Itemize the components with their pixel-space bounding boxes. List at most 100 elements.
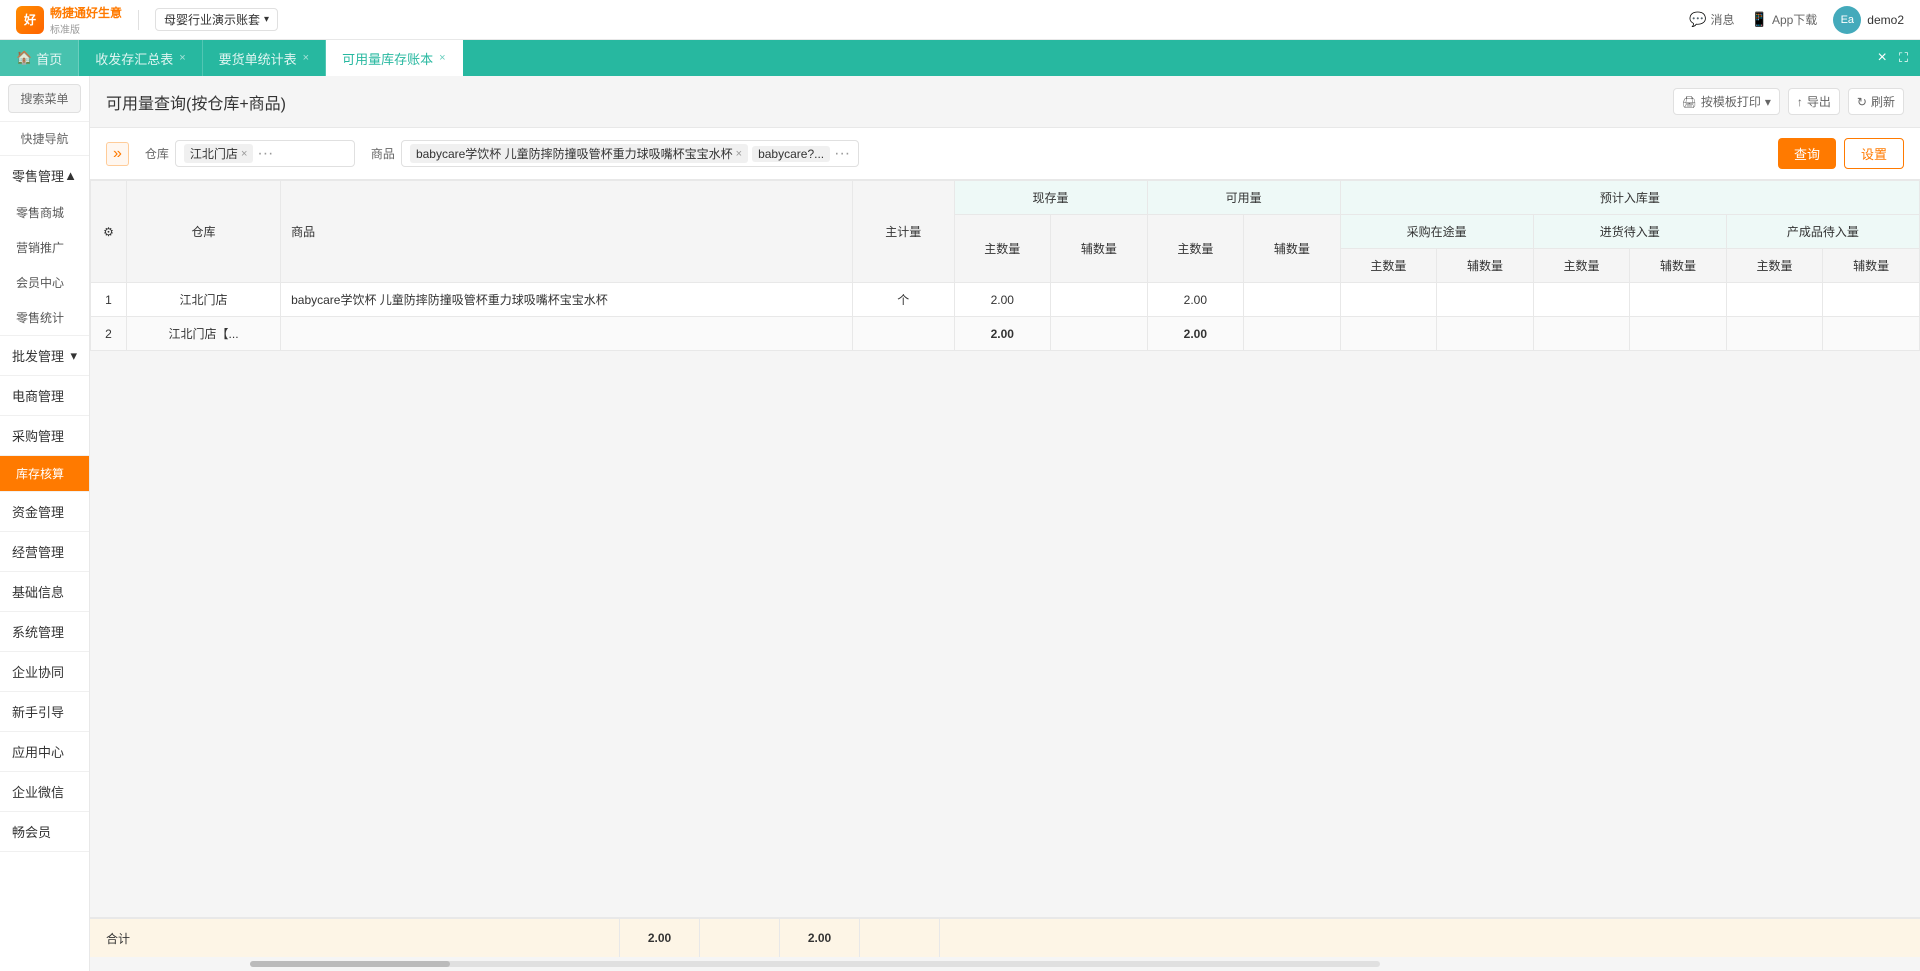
- chevron-down-icon: ▾: [264, 14, 269, 25]
- gear-icon: ⚙: [103, 225, 114, 239]
- app-download-btn[interactable]: 📱 App下载: [1751, 11, 1818, 28]
- table-header-finished-pending: 产成品待入量: [1726, 215, 1919, 249]
- product-input[interactable]: babycare学饮杯 儿童防摔防撞吸管杯重力球吸嘴杯宝宝水杯 × babyca…: [401, 140, 859, 167]
- row1-pur-main: [1340, 283, 1437, 317]
- sidebar-group-member-title[interactable]: 畅会员: [0, 812, 89, 851]
- table-header-product: 商品: [281, 181, 853, 283]
- user-name: demo2: [1867, 13, 1904, 27]
- sidebar-group-basic: 基础信息: [0, 572, 89, 612]
- close-tab-order[interactable]: ×: [303, 52, 309, 64]
- sidebar-search-btn[interactable]: 搜索菜单: [8, 84, 81, 113]
- filter-bar: » 仓库 江北门店 × ··· 商品 babycare学饮杯 儿童防摔防撞吸管杯…: [90, 128, 1920, 180]
- print-icon: 🖨: [1682, 95, 1697, 109]
- sidebar-group-purchase: 采购管理: [0, 416, 89, 456]
- product-tag1: babycare学饮杯 儿童防摔防撞吸管杯重力球吸嘴杯宝宝水杯 ×: [410, 144, 748, 163]
- sidebar-group-wholesale: 批发管理 ▾: [0, 336, 89, 376]
- sidebar-item-retail-stats[interactable]: 零售统计: [0, 300, 89, 335]
- sidebar-group-enterprise-title[interactable]: 企业协同: [0, 652, 89, 691]
- sidebar-item-marketing[interactable]: 营销推广: [0, 230, 89, 265]
- nav-tabs: 🏠 首页 收发存汇总表 × 要货单统计表 × 可用量库存账本 × × ⛶: [0, 40, 1920, 76]
- sidebar-group-enterprise: 企业协同: [0, 652, 89, 692]
- maximize-btn[interactable]: ⛶: [1895, 46, 1912, 70]
- industry-selector[interactable]: 母婴行业演示账套 ▾: [155, 8, 278, 31]
- row2-no: 2: [91, 317, 127, 351]
- close-tab-receive[interactable]: ×: [179, 52, 185, 64]
- table-header-gear[interactable]: ⚙: [91, 181, 127, 283]
- sidebar: 搜索菜单 快捷导航 零售管理 ▲ 零售商城 营销推广 会员中心 零售统计 批发管…: [0, 76, 90, 971]
- row1-fin-main: [1726, 283, 1823, 317]
- sidebar-item-member-center[interactable]: 会员中心: [0, 265, 89, 300]
- sidebar-group-system: 系统管理: [0, 612, 89, 652]
- print-btn[interactable]: 🖨 按模板打印 ▾: [1673, 88, 1780, 115]
- scroll-thumb[interactable]: [250, 961, 450, 967]
- quick-nav-btn[interactable]: 快捷导航: [0, 122, 89, 156]
- table-row: 2 江北门店【... 2.00 2.00: [91, 317, 1920, 351]
- footer-avail-aux: [860, 919, 940, 957]
- settings-btn[interactable]: 设置: [1844, 138, 1904, 169]
- sidebar-group-appstore-title[interactable]: 应用中心: [0, 732, 89, 771]
- close-tab-inventory[interactable]: ×: [439, 52, 445, 64]
- row1-inb-aux: [1630, 283, 1727, 317]
- sidebar-item-inventory-active[interactable]: 库存核算: [0, 456, 89, 491]
- product-tag2: babycare?...: [752, 146, 830, 162]
- query-btn[interactable]: 查询: [1778, 138, 1836, 169]
- table-row: 1 江北门店 babycare学饮杯 儿童防摔防撞吸管杯重力球吸嘴杯宝宝水杯 个…: [91, 283, 1920, 317]
- sidebar-group-system-title[interactable]: 系统管理: [0, 612, 89, 651]
- row1-no: 1: [91, 283, 127, 317]
- row2-unit: [852, 317, 954, 351]
- sidebar-group-wechat-title[interactable]: 企业微信: [0, 772, 89, 811]
- row2-inb-main: [1533, 317, 1630, 351]
- message-btn[interactable]: 💬 消息: [1689, 11, 1734, 28]
- table-header-avail-main: 主数量: [1147, 215, 1244, 283]
- row2-inb-aux: [1630, 317, 1727, 351]
- remove-product-tag1[interactable]: ×: [736, 148, 742, 160]
- sidebar-group-operations-title[interactable]: 经营管理: [0, 532, 89, 571]
- row1-avail-main: 2.00: [1147, 283, 1244, 317]
- warehouse-filter-group: 仓库 江北门店 × ···: [145, 140, 355, 167]
- filter-expand-btn[interactable]: »: [106, 142, 129, 166]
- export-btn[interactable]: ↑ 导出: [1788, 88, 1840, 115]
- tab-home[interactable]: 🏠 首页: [0, 40, 79, 76]
- table-header-unit: 主计量: [852, 181, 954, 283]
- warehouse-more-btn[interactable]: ···: [257, 145, 273, 163]
- sidebar-group-ecommerce-title[interactable]: 电商管理: [0, 376, 89, 415]
- row1-stock-aux: [1051, 283, 1148, 317]
- tab-inventory[interactable]: 可用量库存账本 ×: [326, 40, 462, 76]
- divider: [138, 10, 139, 30]
- sidebar-group-newbie-title[interactable]: 新手引导: [0, 692, 89, 731]
- remove-warehouse-tag[interactable]: ×: [241, 148, 247, 160]
- product-more-btn[interactable]: ···: [834, 145, 850, 163]
- sidebar-item-retail-mall[interactable]: 零售商城: [0, 195, 89, 230]
- tab-receive[interactable]: 收发存汇总表 ×: [79, 40, 202, 76]
- table-header-forecast: 预计入库量: [1340, 181, 1919, 215]
- page-header: 可用量查询(按仓库+商品) 🖨 按模板打印 ▾ ↑ 导出 ↻ 刷新: [90, 76, 1920, 128]
- table-header-inb-aux: 辅数量: [1630, 249, 1727, 283]
- filter-actions: 查询 设置: [1778, 138, 1904, 169]
- table-header-purchase-transit: 采购在途量: [1340, 215, 1533, 249]
- user-area[interactable]: Ea demo2: [1833, 6, 1904, 34]
- sidebar-group-member: 畅会员: [0, 812, 89, 852]
- scroll-track[interactable]: [250, 961, 1380, 967]
- sidebar-group-wholesale-title[interactable]: 批发管理 ▾: [0, 336, 89, 375]
- sidebar-group-retail-title[interactable]: 零售管理 ▲: [0, 156, 89, 195]
- sidebar-group-finance-title[interactable]: 资金管理: [0, 492, 89, 531]
- footer-stock-main: 2.00: [620, 919, 700, 957]
- row2-stock-main: 2.00: [954, 317, 1051, 351]
- table-wrapper[interactable]: ⚙ 仓库 商品 主计量 现存量: [90, 180, 1920, 917]
- warehouse-input[interactable]: 江北门店 × ···: [175, 140, 355, 167]
- sidebar-group-wechat: 企业微信: [0, 772, 89, 812]
- row2-pur-main: [1340, 317, 1437, 351]
- row2-product: [281, 317, 853, 351]
- logo-text: 畅捷通好生意 标准版: [50, 4, 122, 36]
- sidebar-group-finance: 资金管理: [0, 492, 89, 532]
- tab-order[interactable]: 要货单统计表 ×: [203, 40, 326, 76]
- row1-inb-main: [1533, 283, 1630, 317]
- close-all-tabs-btn[interactable]: ×: [1874, 45, 1891, 71]
- footer-avail-main: 2.00: [780, 919, 860, 957]
- sidebar-group-purchase-title[interactable]: 采购管理: [0, 416, 89, 455]
- avatar: Ea: [1833, 6, 1861, 34]
- sidebar-group-basic-title[interactable]: 基础信息: [0, 572, 89, 611]
- refresh-btn[interactable]: ↻ 刷新: [1848, 88, 1904, 115]
- table-header-pur-aux: 辅数量: [1437, 249, 1534, 283]
- table-header-inb-main: 主数量: [1533, 249, 1630, 283]
